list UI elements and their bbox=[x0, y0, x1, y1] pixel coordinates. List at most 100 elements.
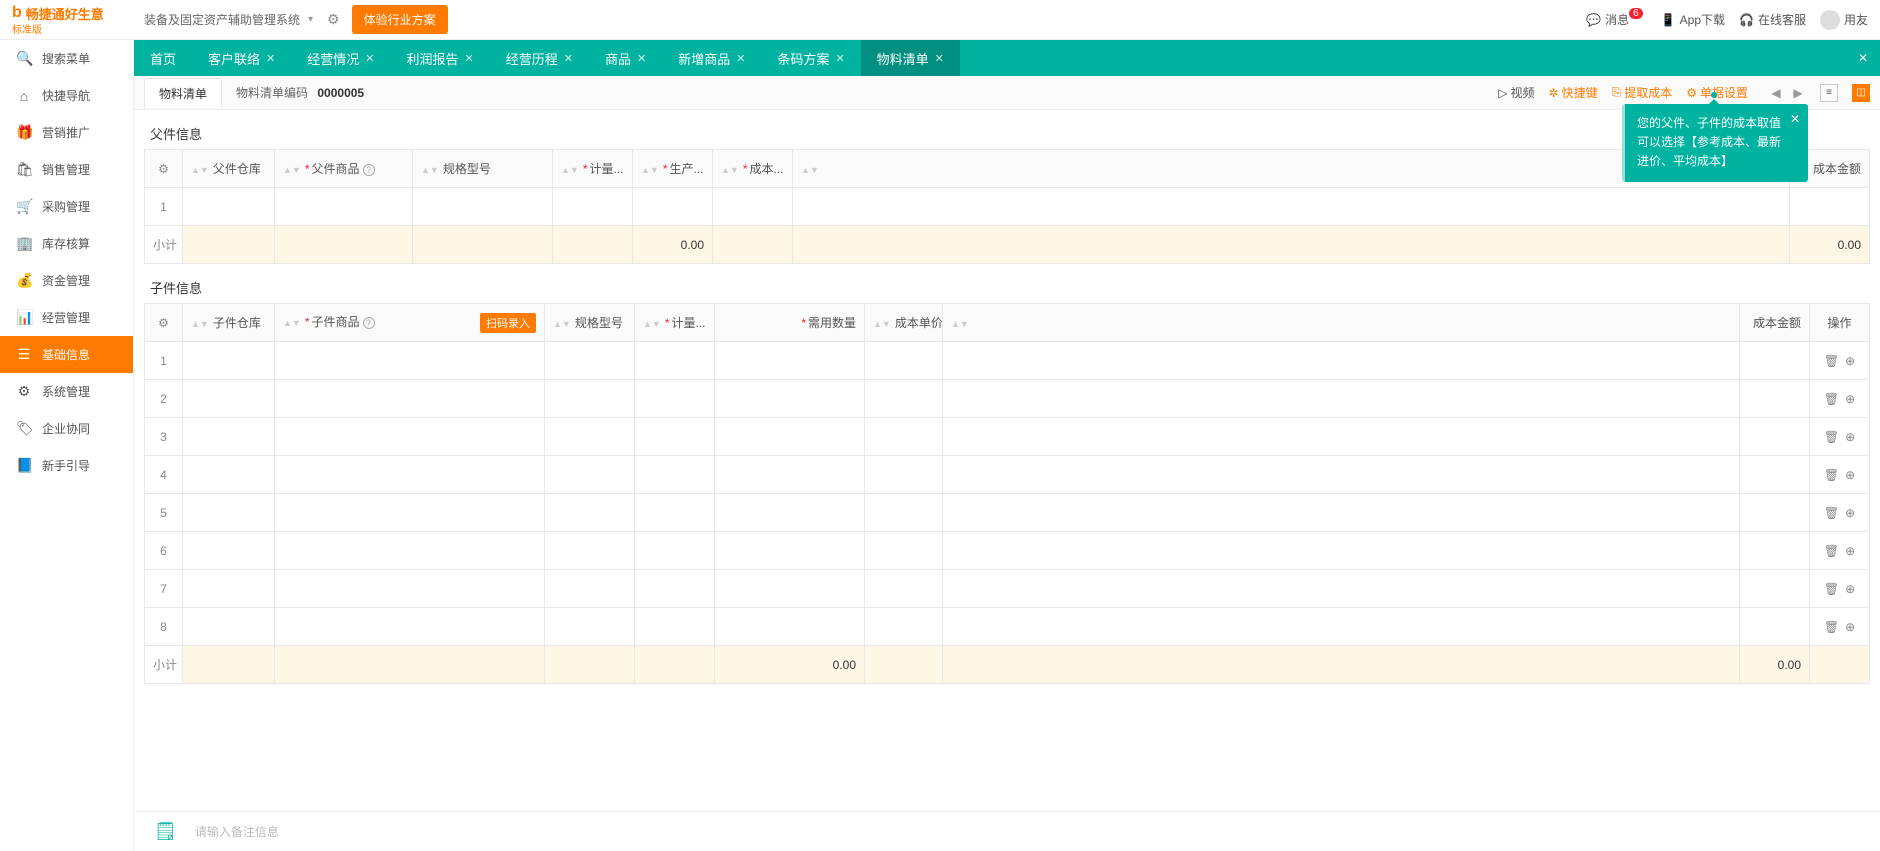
table-row[interactable]: 4🗑⊕ bbox=[145, 456, 1870, 494]
col-child-qty[interactable]: 需用数量 bbox=[715, 304, 865, 342]
support-link[interactable]: 🎧 在线客服 bbox=[1739, 11, 1806, 28]
add-row-icon[interactable]: ⊕ bbox=[1845, 392, 1855, 406]
sidebar-item[interactable]: 🛍销售管理 bbox=[0, 151, 133, 188]
tab-close-icon[interactable]: ✕ bbox=[637, 52, 646, 65]
sidebar-icon: 📊 bbox=[16, 309, 32, 326]
tab[interactable]: 首页 bbox=[134, 40, 192, 76]
add-row-icon[interactable]: ⊕ bbox=[1845, 620, 1855, 634]
tab[interactable]: 经营历程✕ bbox=[490, 40, 589, 76]
sidebar-item[interactable]: 📊经营管理 bbox=[0, 299, 133, 336]
row-actions: 🗑⊕ bbox=[1810, 380, 1870, 418]
delete-row-icon[interactable]: 🗑 bbox=[1824, 354, 1839, 368]
username-label: 用友 bbox=[1844, 11, 1868, 28]
delete-row-icon[interactable]: 🗑 bbox=[1824, 544, 1839, 558]
tab-close-icon[interactable]: ✕ bbox=[835, 52, 844, 65]
delete-row-icon[interactable]: 🗑 bbox=[1824, 430, 1839, 444]
delete-row-icon[interactable]: 🗑 bbox=[1824, 582, 1839, 596]
col-parent-warehouse[interactable]: ▲▼父件仓库 bbox=[183, 150, 275, 188]
prev-record-button[interactable]: ◀ bbox=[1768, 85, 1784, 101]
scan-input-button[interactable]: 扫码录入 bbox=[480, 313, 536, 333]
sidebar-item[interactable]: 🏷企业协同 bbox=[0, 410, 133, 447]
table-row[interactable]: 6🗑⊕ bbox=[145, 532, 1870, 570]
col-parent-spec[interactable]: ▲▼规格型号 bbox=[413, 150, 553, 188]
sidebar-item[interactable]: ⚙系统管理 bbox=[0, 373, 133, 410]
subtotal-label: 小计 bbox=[145, 226, 183, 264]
tab[interactable]: 利润报告✕ bbox=[390, 40, 489, 76]
sidebar-item[interactable]: 🎁营销推广 bbox=[0, 114, 133, 151]
add-row-icon[interactable]: ⊕ bbox=[1845, 544, 1855, 558]
table-row[interactable]: 1🗑⊕ bbox=[145, 342, 1870, 380]
sidebar-item[interactable]: 🏢库存核算 bbox=[0, 225, 133, 262]
delete-row-icon[interactable]: 🗑 bbox=[1824, 468, 1839, 482]
messages-link[interactable]: 💬 消息 6 bbox=[1586, 11, 1647, 28]
sidebar-item[interactable]: 📘新手引导 bbox=[0, 447, 133, 484]
sidebar-item[interactable]: ☰基础信息 bbox=[0, 336, 133, 373]
tab-close-icon[interactable]: ✕ bbox=[365, 52, 374, 65]
extract-cost-button[interactable]: ⎘提取成本 bbox=[1612, 84, 1673, 101]
subtab-bom[interactable]: 物料清单 bbox=[144, 78, 222, 108]
add-row-icon[interactable]: ⊕ bbox=[1845, 506, 1855, 520]
view-list-button[interactable]: ≡ bbox=[1820, 84, 1838, 102]
info-icon[interactable]: ? bbox=[363, 164, 375, 176]
view-card-button[interactable]: ◫ bbox=[1852, 84, 1870, 102]
child-gear-header[interactable]: ⚙ bbox=[145, 304, 183, 342]
add-row-icon[interactable]: ⊕ bbox=[1845, 354, 1855, 368]
gear-icon[interactable]: ⚙ bbox=[327, 11, 340, 28]
tab[interactable]: 条码方案✕ bbox=[761, 40, 860, 76]
delete-row-icon[interactable]: 🗑 bbox=[1824, 392, 1839, 406]
note-icon[interactable]: 🗒 bbox=[154, 821, 177, 842]
table-row[interactable]: 5🗑⊕ bbox=[145, 494, 1870, 532]
sidebar-item[interactable]: 🔍搜索菜单 bbox=[0, 40, 133, 77]
col-child-warehouse[interactable]: ▲▼子件仓库 bbox=[183, 304, 275, 342]
tab-close-icon[interactable]: ✕ bbox=[736, 52, 745, 65]
tab-close-icon[interactable]: ✕ bbox=[465, 52, 474, 65]
col-child-cost-unit[interactable]: ▲▼成本单价 bbox=[865, 304, 943, 342]
row-actions: 🗑⊕ bbox=[1810, 532, 1870, 570]
shortcut-link[interactable]: ✲快捷键 bbox=[1549, 84, 1598, 101]
tab[interactable]: 物料清单✕ bbox=[861, 40, 960, 76]
table-row[interactable]: 8🗑⊕ bbox=[145, 608, 1870, 646]
add-row-icon[interactable]: ⊕ bbox=[1845, 582, 1855, 596]
col-parent-prod[interactable]: ▲▼生产... bbox=[633, 150, 713, 188]
col-child-item[interactable]: ▲▼子件商品?扫码录入 bbox=[275, 304, 545, 342]
table-row[interactable]: 3 🗑 ⊕ bbox=[145, 418, 1870, 456]
sidebar-item[interactable]: ⌂快捷导航 bbox=[0, 77, 133, 114]
tab[interactable]: 经营情况✕ bbox=[291, 40, 390, 76]
col-label: 生产... bbox=[663, 162, 704, 176]
try-plan-button[interactable]: 体验行业方案 bbox=[352, 5, 448, 34]
tooltip-close-button[interactable]: ✕ bbox=[1790, 110, 1800, 129]
next-record-button[interactable]: ▶ bbox=[1790, 85, 1806, 101]
add-row-icon[interactable]: ⊕ bbox=[1845, 430, 1855, 444]
tab[interactable]: 新增商品✕ bbox=[662, 40, 761, 76]
app-download-link[interactable]: 📱 App下载 bbox=[1661, 11, 1725, 28]
video-link[interactable]: ▷视频 bbox=[1498, 84, 1534, 101]
tab-close-icon[interactable]: ✕ bbox=[564, 52, 573, 65]
close-all-tabs-button[interactable]: ✕ bbox=[1846, 40, 1880, 76]
add-row-icon[interactable]: ⊕ bbox=[1845, 468, 1855, 482]
col-child-spec[interactable]: ▲▼规格型号 bbox=[545, 304, 635, 342]
sidebar-item[interactable]: 💰资金管理 bbox=[0, 262, 133, 299]
remark-input[interactable]: 请输入备注信息 bbox=[195, 823, 279, 840]
parent-gear-header[interactable]: ⚙ bbox=[145, 150, 183, 188]
col-parent-item[interactable]: ▲▼父件商品? bbox=[275, 150, 413, 188]
col-child-amount[interactable]: 成本金额 bbox=[1740, 304, 1810, 342]
footer-bar: 🗒 请输入备注信息 bbox=[134, 811, 1880, 851]
row-number: 3 bbox=[145, 418, 183, 456]
user-menu[interactable]: 用友 bbox=[1820, 10, 1868, 30]
col-parent-cost[interactable]: ▲▼成本... bbox=[713, 150, 793, 188]
delete-row-icon[interactable]: 🗑 bbox=[1824, 506, 1839, 520]
col-child-unit[interactable]: ▲▼计量... bbox=[635, 304, 715, 342]
tab-close-icon[interactable]: ✕ bbox=[266, 52, 275, 65]
table-row[interactable]: 2🗑⊕ bbox=[145, 380, 1870, 418]
row-number: 1 bbox=[145, 188, 183, 226]
product-dropdown[interactable]: 装备及固定资产辅助管理系统 ▾ bbox=[144, 11, 313, 28]
tab[interactable]: 商品✕ bbox=[589, 40, 662, 76]
delete-row-icon[interactable]: 🗑 bbox=[1824, 620, 1839, 634]
sidebar-item[interactable]: 🛒采购管理 bbox=[0, 188, 133, 225]
table-row[interactable]: 7🗑⊕ bbox=[145, 570, 1870, 608]
col-parent-unit[interactable]: ▲▼计量... bbox=[553, 150, 633, 188]
table-row[interactable]: 1 bbox=[145, 188, 1870, 226]
tab-close-icon[interactable]: ✕ bbox=[935, 52, 944, 65]
info-icon[interactable]: ? bbox=[363, 317, 375, 329]
tab[interactable]: 客户联络✕ bbox=[192, 40, 291, 76]
